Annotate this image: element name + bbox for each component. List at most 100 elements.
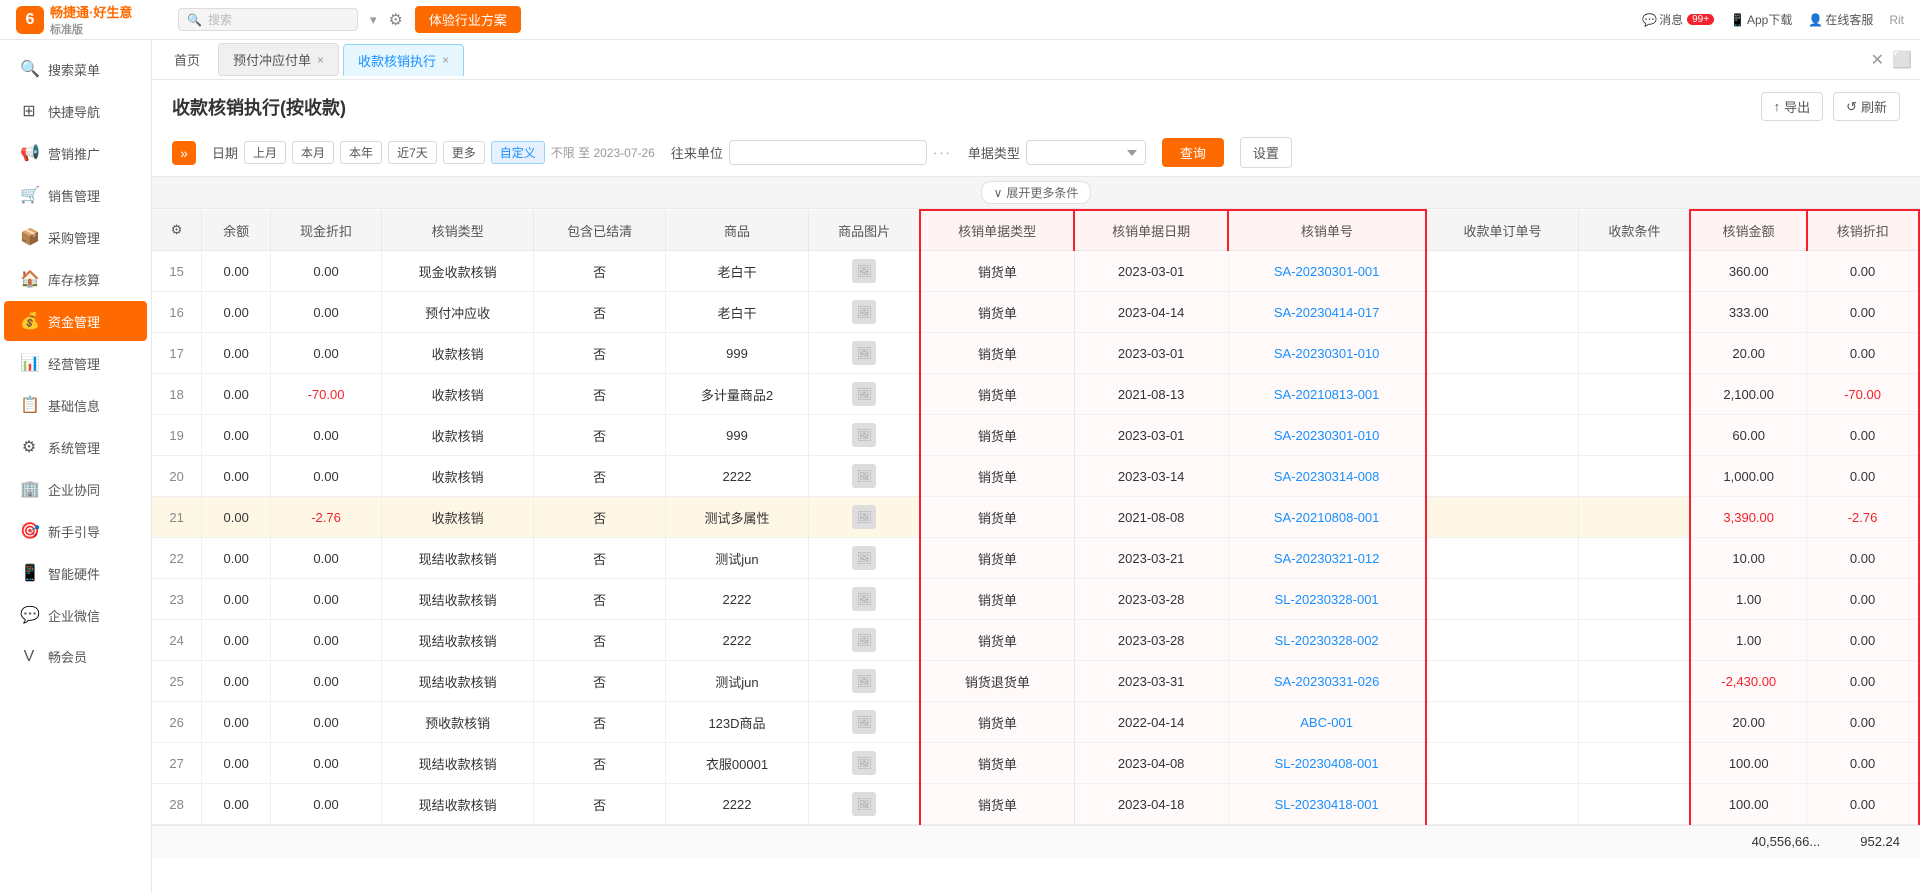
sidebar-item-finance[interactable]: 💰 资金管理 xyxy=(4,301,147,341)
filter-settings-button[interactable]: 设置 xyxy=(1240,137,1292,168)
cell-verify-discount: 0.00 xyxy=(1807,702,1919,743)
verify-doc-no-link[interactable]: ABC-001 xyxy=(1300,715,1353,730)
cell-verify-amount: 20.00 xyxy=(1690,333,1806,374)
search-icon: 🔍 xyxy=(20,59,38,79)
verify-doc-no-link[interactable]: SA-20230301-001 xyxy=(1274,264,1380,279)
cell-verify-doc-type: 销货单 xyxy=(920,538,1074,579)
cell-num: 24 xyxy=(152,620,202,661)
btn-custom-date[interactable]: 自定义 xyxy=(491,141,545,164)
sidebar-item-label: 基础信息 xyxy=(48,396,100,415)
refresh-button[interactable]: ↺ 刷新 xyxy=(1833,92,1900,121)
export-button[interactable]: ↑ 导出 xyxy=(1761,92,1824,121)
cell-verify-doc-date: 2022-04-14 xyxy=(1074,702,1228,743)
refresh-icon: ↺ xyxy=(1846,99,1857,115)
cell-verify-amount: 1,000.00 xyxy=(1690,456,1806,497)
sidebar-item-operations[interactable]: 📊 经营管理 xyxy=(4,343,147,383)
filter-toggle-arrow[interactable]: » xyxy=(172,141,196,165)
sidebar-item-system[interactable]: ⚙ 系统管理 xyxy=(4,427,147,467)
sidebar-item-inventory[interactable]: 🏠 库存核算 xyxy=(4,259,147,299)
cell-product: 测试jun xyxy=(665,538,808,579)
tab-prepay[interactable]: 预付冲应付单 × xyxy=(218,43,339,76)
cell-verify-doc-no: SL-20230328-001 xyxy=(1228,579,1425,620)
tab-receipt-close[interactable]: × xyxy=(442,53,449,67)
cell-cash-discount: 0.00 xyxy=(271,456,382,497)
sidebar-item-label: 营销推广 xyxy=(48,144,100,163)
page-header: 收款核销执行(按收款) ↑ 导出 ↺ 刷新 xyxy=(152,80,1920,129)
btn-last-month[interactable]: 上月 xyxy=(244,141,286,164)
cell-receipt-order-no xyxy=(1426,661,1579,702)
window-maximize-icon[interactable]: ⬜ xyxy=(1892,50,1912,70)
cell-cash-discount: 0.00 xyxy=(271,538,382,579)
btn-more-dates[interactable]: 更多 xyxy=(443,141,485,164)
btn-this-month[interactable]: 本月 xyxy=(292,141,334,164)
tab-receipt-verify[interactable]: 收款核销执行 × xyxy=(343,44,464,76)
cell-product-image: 🖼 xyxy=(809,743,921,784)
sidebar-item-quick-nav[interactable]: ⊞ 快捷导航 xyxy=(4,91,147,131)
cell-product-image: 🖼 xyxy=(809,374,921,415)
cell-receipt-condition xyxy=(1579,702,1691,743)
verify-doc-no-link[interactable]: SL-20230408-001 xyxy=(1275,756,1379,771)
cell-verify-doc-no: SA-20210808-001 xyxy=(1228,497,1425,538)
verify-doc-no-link[interactable]: SA-20230331-026 xyxy=(1274,674,1380,689)
verify-doc-no-link[interactable]: SL-20230328-002 xyxy=(1275,633,1379,648)
verify-doc-no-link[interactable]: SA-20210813-001 xyxy=(1274,387,1380,402)
cell-verify-amount: 10.00 xyxy=(1690,538,1806,579)
verify-doc-no-link[interactable]: SL-20230328-001 xyxy=(1275,592,1379,607)
col-settings-header[interactable]: ⚙ xyxy=(152,210,202,251)
wechat-icon: 💬 xyxy=(20,605,38,625)
verify-doc-no-link[interactable]: SL-20230418-001 xyxy=(1275,797,1379,812)
btn-7days[interactable]: 近7天 xyxy=(388,141,437,164)
cell-num: 27 xyxy=(152,743,202,784)
sidebar-item-marketing[interactable]: 📢 营销推广 xyxy=(4,133,147,173)
expand-more-button[interactable]: ∨ 展开更多条件 xyxy=(981,181,1092,204)
sidebar-item-corp[interactable]: 🏢 企业协同 xyxy=(4,469,147,509)
window-close-icon[interactable]: ✕ xyxy=(1871,50,1884,70)
data-table-container[interactable]: ⚙ 余额 现金折扣 核销类型 包含已结清 商品 商品图片 核销单据类型 核销单据… xyxy=(152,209,1920,893)
cell-cash-discount: 0.00 xyxy=(271,579,382,620)
cell-receipt-condition xyxy=(1579,497,1691,538)
sidebar-item-hardware[interactable]: 📱 智能硬件 xyxy=(4,553,147,593)
top-bar-right: 💬 消息 99+ 📱 App下载 👤 在线客服 Rit xyxy=(1642,11,1904,28)
verify-doc-no-link[interactable]: SA-20230301-010 xyxy=(1274,346,1380,361)
cell-verify-type: 现结收款核销 xyxy=(381,579,533,620)
sidebar-item-label: 资金管理 xyxy=(48,312,100,331)
cell-cash-discount: 0.00 xyxy=(271,702,382,743)
expand-more-bar: ∨ 展开更多条件 xyxy=(152,177,1920,209)
sidebar-item-search[interactable]: 🔍 搜索菜单 xyxy=(4,49,147,89)
cell-verify-amount: 2,100.00 xyxy=(1690,374,1806,415)
industry-solution-button[interactable]: 体验行业方案 xyxy=(415,6,521,33)
verify-doc-no-link[interactable]: SA-20230321-012 xyxy=(1274,551,1380,566)
verify-doc-no-link[interactable]: SA-20230414-017 xyxy=(1274,305,1380,320)
online-service-link[interactable]: 👤 在线客服 xyxy=(1808,11,1873,28)
sidebar-item-purchase[interactable]: 📦 采购管理 xyxy=(4,217,147,257)
cell-balance: 0.00 xyxy=(202,784,271,825)
data-table: ⚙ 余额 现金折扣 核销类型 包含已结清 商品 商品图片 核销单据类型 核销单据… xyxy=(152,209,1920,825)
tab-home[interactable]: 首页 xyxy=(160,44,214,75)
sidebar-item-sales[interactable]: 🛒 销售管理 xyxy=(4,175,147,215)
settings-icon[interactable]: ⚙ xyxy=(389,10,403,30)
dropdown-arrow-icon[interactable]: ▾ xyxy=(370,12,377,28)
sidebar-item-basic-info[interactable]: 📋 基础信息 xyxy=(4,385,147,425)
doctype-select[interactable]: 销货单 销货退货单 xyxy=(1026,140,1146,165)
tab-prepay-close[interactable]: × xyxy=(317,53,324,67)
query-button[interactable]: 查询 xyxy=(1162,138,1224,167)
sidebar-item-guide[interactable]: 🎯 新手引导 xyxy=(4,511,147,551)
col-verify-doc-type-header: 核销单据类型 xyxy=(920,210,1074,251)
verify-doc-no-link[interactable]: SA-20210808-001 xyxy=(1274,510,1380,525)
counterpart-input[interactable] xyxy=(729,140,927,165)
message-link[interactable]: 💬 消息 99+ xyxy=(1642,11,1714,28)
verify-doc-no-link[interactable]: SA-20230314-008 xyxy=(1274,469,1380,484)
user-label[interactable]: Rit xyxy=(1889,13,1904,27)
sidebar-item-wechat[interactable]: 💬 企业微信 xyxy=(4,595,147,635)
cell-verify-amount: -2,430.00 xyxy=(1690,661,1806,702)
cell-product-image: 🖼 xyxy=(809,415,921,456)
gear-icon[interactable]: ⚙ xyxy=(171,222,183,237)
verify-doc-no-link[interactable]: SA-20230301-010 xyxy=(1274,428,1380,443)
btn-this-year[interactable]: 本年 xyxy=(340,141,382,164)
top-search-box[interactable]: 🔍 搜索 xyxy=(178,8,358,31)
cell-verify-discount: 0.00 xyxy=(1807,743,1919,784)
cell-verify-discount: 0.00 xyxy=(1807,661,1919,702)
cell-cash-discount: 0.00 xyxy=(271,784,382,825)
sidebar-item-member[interactable]: V 畅会员 xyxy=(4,637,147,676)
app-download-link[interactable]: 📱 App下载 xyxy=(1730,11,1792,28)
